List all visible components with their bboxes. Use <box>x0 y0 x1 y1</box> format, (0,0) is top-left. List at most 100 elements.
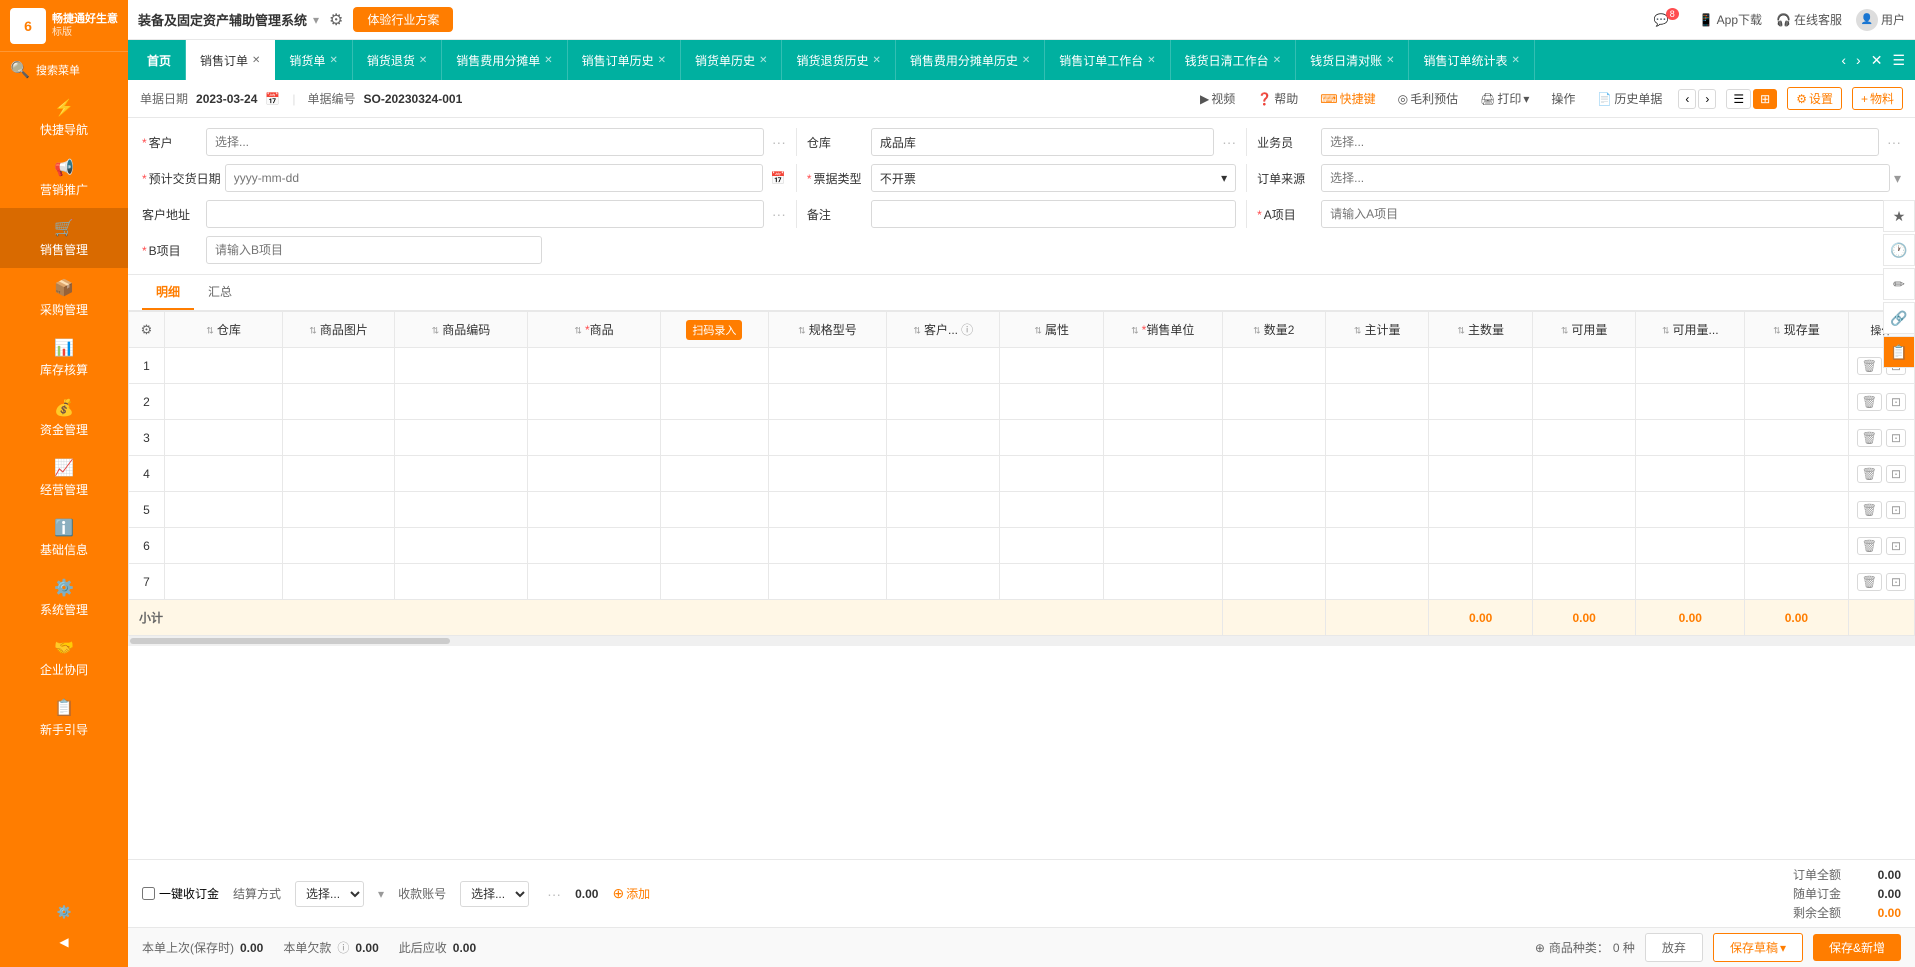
th-main-qty[interactable]: ⇅ 主数量 <box>1429 312 1532 348</box>
sidebar-item-purchase[interactable]: 📦 采购管理 <box>0 268 128 328</box>
tab-stats[interactable]: 销售订单统计表 ✕ <box>1409 40 1534 80</box>
right-panel-btn-2[interactable]: 🕐 <box>1883 234 1915 266</box>
save-new-btn[interactable]: 保存&新增 <box>1813 934 1901 961</box>
th-available[interactable]: ⇅ 可用量 <box>1532 312 1635 348</box>
th-unit[interactable]: ⇅ *销售单位 <box>1103 312 1222 348</box>
th-available2[interactable]: ⇅ 可用量... <box>1636 312 1745 348</box>
tab-home[interactable]: 首页 <box>133 40 186 80</box>
delete-row-6-btn[interactable]: 🗑 <box>1857 537 1882 555</box>
row-unit-1[interactable] <box>1103 348 1222 384</box>
list-view-btn[interactable]: ☰ <box>1726 89 1751 109</box>
tab-close-order-workbench[interactable]: ✕ <box>1147 55 1155 66</box>
tab-sales-invoice[interactable]: 销货单 ✕ <box>275 40 352 80</box>
salesperson-more-btn[interactable]: ··· <box>1887 134 1901 150</box>
message-btn[interactable]: 💬 8 <box>1654 13 1685 27</box>
sidebar-settings-btn[interactable]: ⚙️ <box>0 897 128 927</box>
b-project-input[interactable] <box>206 236 542 264</box>
help-btn[interactable]: ❓ 帮助 <box>1251 88 1304 109</box>
sidebar-collapse-btn[interactable]: ◀ <box>0 927 128 957</box>
scan-barcode-btn[interactable]: 扫码录入 <box>686 320 742 340</box>
notes-input[interactable] <box>871 200 1236 228</box>
sidebar-item-search[interactable]: 🔍 搜索菜单 <box>0 52 128 88</box>
view-video-btn[interactable]: ▶ 视频 <box>1194 88 1241 109</box>
shortcut-btn[interactable]: ⌨ 快捷键 <box>1314 88 1381 109</box>
user-avatar[interactable]: 👤 用户 <box>1856 9 1905 31</box>
th-attribute[interactable]: ⇅ 属性 <box>1000 312 1103 348</box>
delete-row-5-btn[interactable]: 🗑 <box>1857 501 1882 519</box>
add-material-btn[interactable]: + 物料 <box>1852 87 1903 110</box>
copy-row-5-btn[interactable]: ⊡ <box>1886 501 1906 519</box>
th-customer-code[interactable]: ⇅ 客户... ⓘ <box>887 312 1000 348</box>
save-draft-btn[interactable]: 保存草稿 ▾ <box>1713 933 1803 962</box>
tab-menu-btn[interactable]: ☰ <box>1887 52 1910 69</box>
invoice-select[interactable]: 不开票 ▾ <box>871 164 1236 192</box>
row-customer-code-1[interactable] <box>887 348 1000 384</box>
horizontal-scrollbar[interactable] <box>128 636 1915 646</box>
next-record-btn[interactable]: › <box>1698 89 1716 109</box>
tab-expense-history[interactable]: 销售费用分摊单历史 ✕ <box>896 40 1045 80</box>
delete-row-2-btn[interactable]: 🗑 <box>1857 393 1882 411</box>
tab-reconciliation[interactable]: 钱货日清对账 ✕ <box>1296 40 1409 80</box>
delivery-input[interactable] <box>225 164 763 192</box>
sidebar-item-operation[interactable]: 📈 经营管理 <box>0 448 128 508</box>
sidebar-item-guide[interactable]: 📋 新手引导 <box>0 688 128 748</box>
print-btn[interactable]: 🖨 打印 ▾ <box>1474 88 1535 109</box>
bank-account-more-btn[interactable]: ··· <box>547 886 561 902</box>
delete-row-1-btn[interactable]: 🗑 <box>1857 357 1882 375</box>
copy-row-6-btn[interactable]: ⊡ <box>1886 537 1906 555</box>
sidebar-item-enterprise[interactable]: 🤝 企业协同 <box>0 628 128 688</box>
column-settings-icon[interactable]: ⚙ <box>141 322 153 338</box>
th-qty2[interactable]: ⇅ 数量2 <box>1222 312 1325 348</box>
solution-btn[interactable]: 体验行业方案 <box>353 7 453 32</box>
right-panel-btn-1[interactable]: ★ <box>1883 200 1915 232</box>
system-dropdown-arrow[interactable]: ▾ <box>313 13 319 27</box>
customer-more-btn[interactable]: ··· <box>772 134 786 150</box>
tab-close-sales-expense[interactable]: ✕ <box>544 55 552 66</box>
tab-next-btn[interactable]: › <box>1851 52 1866 68</box>
warehouse-input[interactable] <box>871 128 1214 156</box>
th-stock[interactable]: ⇅ 现存量 <box>1745 312 1849 348</box>
th-image[interactable]: ⇅ 商品图片 <box>283 312 395 348</box>
tab-return-history[interactable]: 销货退货历史 ✕ <box>782 40 895 80</box>
copy-row-2-btn[interactable]: ⊡ <box>1886 393 1906 411</box>
one-click-deposit-check[interactable] <box>142 887 155 900</box>
customer-input[interactable] <box>206 128 764 156</box>
row-code-1[interactable] <box>394 348 527 384</box>
tab-close-sales-order[interactable]: ✕ <box>252 55 260 66</box>
save-draft-dropdown-icon[interactable]: ▾ <box>1780 941 1786 955</box>
tab-close-reconciliation[interactable]: ✕ <box>1386 55 1394 66</box>
right-panel-btn-3[interactable]: ✏ <box>1883 268 1915 300</box>
row-spec-1[interactable] <box>768 348 886 384</box>
right-panel-btn-5[interactable]: 📋 <box>1883 336 1915 368</box>
tab-close-stats[interactable]: ✕ <box>1512 55 1520 66</box>
sidebar-item-quick-nav[interactable]: ⚡ 快捷导航 <box>0 88 128 148</box>
date-value[interactable]: 2023-03-24 <box>196 92 257 106</box>
tab-sales-order[interactable]: 销售订单 ✕ <box>186 40 275 80</box>
delete-row-3-btn[interactable]: 🗑 <box>1857 429 1882 447</box>
row-stock-1[interactable] <box>1745 348 1849 384</box>
tab-daily-workbench[interactable]: 钱货日清工作台 ✕ <box>1171 40 1296 80</box>
discard-btn[interactable]: 放弃 <box>1645 933 1703 962</box>
row-qty2-1[interactable] <box>1222 348 1325 384</box>
sidebar-item-inventory[interactable]: 📊 库存核算 <box>0 328 128 388</box>
tab-summary[interactable]: 汇总 <box>194 275 246 310</box>
row-product-1[interactable] <box>527 348 660 384</box>
address-input[interactable] <box>206 200 764 228</box>
row-available2-1[interactable] <box>1636 348 1745 384</box>
action-btn[interactable]: 操作 <box>1545 88 1581 109</box>
tab-close-invoice-history[interactable]: ✕ <box>759 55 767 66</box>
address-more-btn[interactable]: ··· <box>772 206 786 222</box>
system-gear-icon[interactable]: ⚙ <box>329 10 343 30</box>
delete-row-4-btn[interactable]: 🗑 <box>1857 465 1882 483</box>
customer-code-info-icon[interactable]: ⓘ <box>961 323 973 337</box>
sidebar-item-finance[interactable]: 💰 资金管理 <box>0 388 128 448</box>
tab-sales-return[interactable]: 销货退货 ✕ <box>353 40 442 80</box>
row-warehouse-1[interactable] <box>165 348 283 384</box>
th-warehouse[interactable]: ⇅ 仓库 <box>165 312 283 348</box>
copy-row-4-btn[interactable]: ⊡ <box>1886 465 1906 483</box>
tab-detail[interactable]: 明细 <box>142 275 194 310</box>
tab-prev-btn[interactable]: ‹ <box>1836 52 1851 68</box>
settings-sidebar-btn[interactable]: ⚙ 设置 <box>1787 87 1842 110</box>
tab-close-daily-workbench[interactable]: ✕ <box>1273 55 1281 66</box>
form-view-btn[interactable]: ⊞ <box>1753 89 1777 109</box>
